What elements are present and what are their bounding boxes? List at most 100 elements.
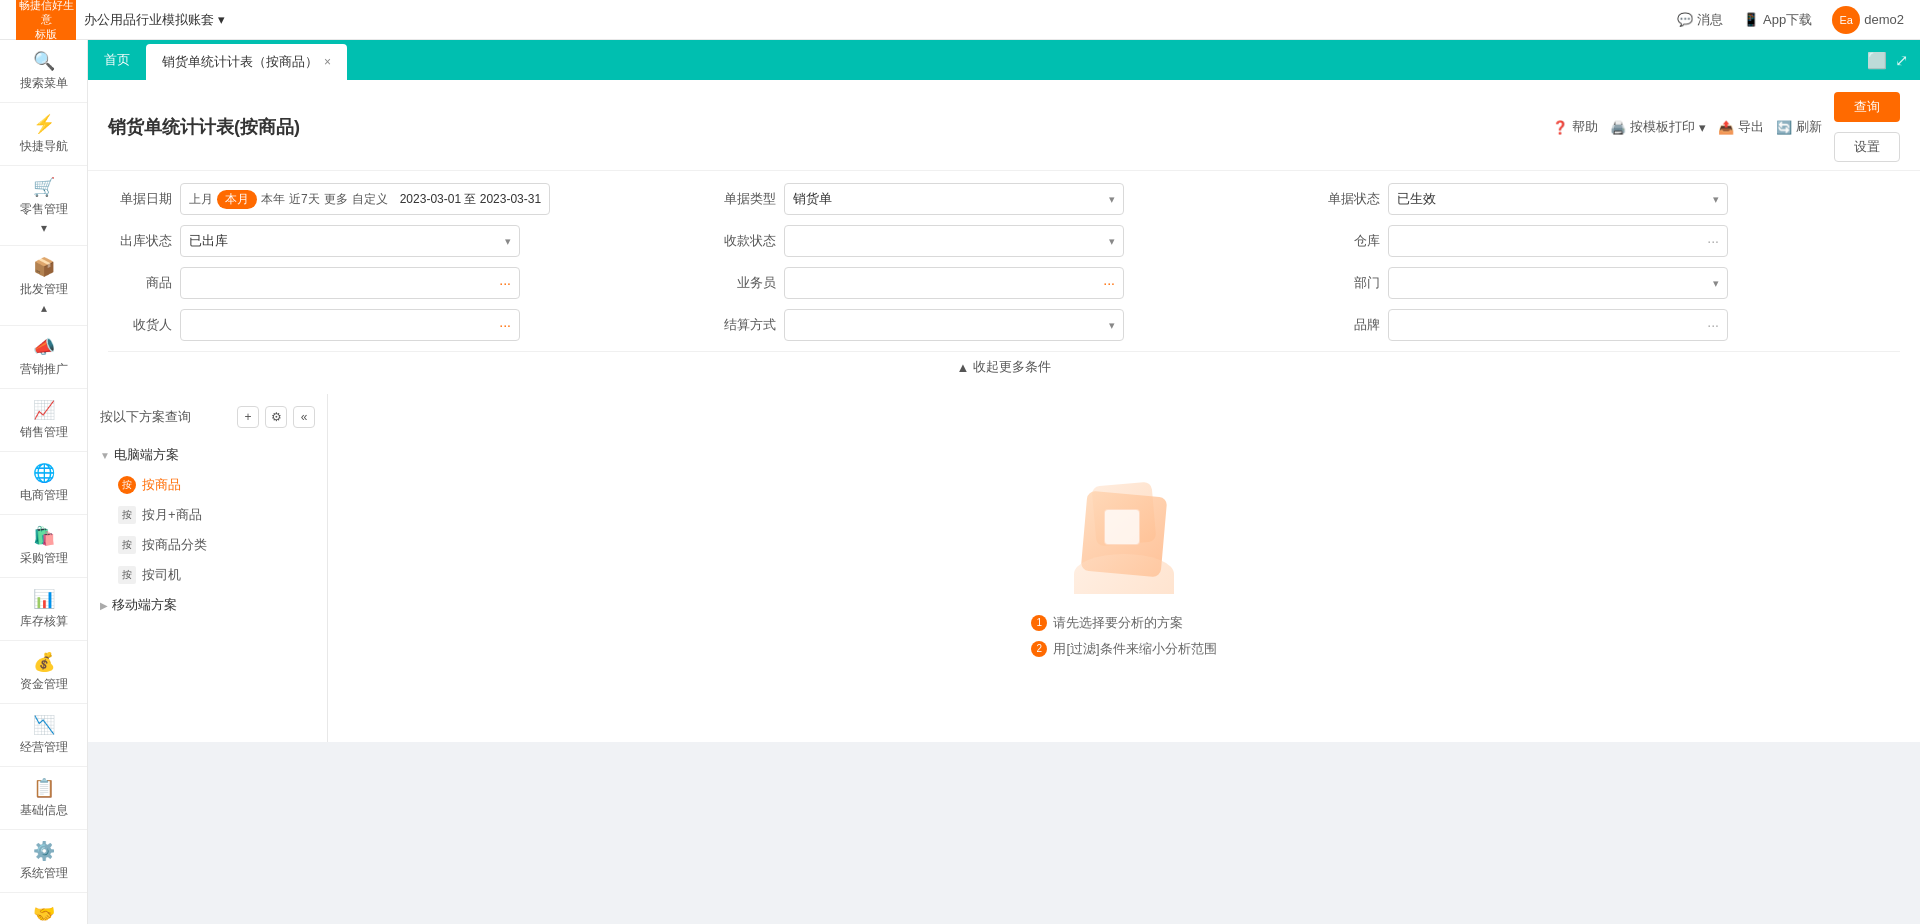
doc-status-select[interactable]: 已生效 ▾ (1388, 183, 1728, 215)
sidebar-item-ecommerce[interactable]: 🌐 电商管理 (0, 452, 87, 515)
app-selector[interactable]: 办公用品行业模拟账套 ▾ (84, 11, 225, 29)
sidebar-item-purchase[interactable]: 🛍️ 采购管理 (0, 515, 87, 578)
topbar-left: 畅捷信好生意 标版 办公用品行业模拟账套 ▾ (16, 0, 225, 40)
sidebar-item-cooperation[interactable]: 🤝 企业协同 (0, 893, 87, 924)
date-shortcut-this-year[interactable]: 本年 (261, 191, 285, 208)
filter-col-receiver: 收货人 ··· (108, 309, 692, 341)
page-header: 销货单统计计表(按商品) ❓ 帮助 🖨️ 按模板打印 ▾ 📤 (88, 80, 1920, 171)
panel-header: 按以下方案查询 + ⚙ « (88, 406, 327, 436)
department-select[interactable]: ▾ (1388, 267, 1728, 299)
sidebar-item-search[interactable]: 🔍 搜索菜单 (0, 40, 87, 103)
tree-item-by-goods[interactable]: 按 按商品 (88, 470, 327, 500)
sidebar-item-inventory[interactable]: 📊 库存核算 (0, 578, 87, 641)
chevron-down-icon: ▾ (1713, 277, 1719, 290)
operations-icon: 📉 (33, 714, 55, 736)
topbar: 畅捷信好生意 标版 办公用品行业模拟账套 ▾ 💬 消息 📱 App下载 Ea d… (0, 0, 1920, 40)
system-icon: ⚙️ (33, 840, 55, 862)
split-layout: 按以下方案查询 + ⚙ « (88, 394, 1920, 742)
sidebar-item-marketing[interactable]: 📣 营销推广 (0, 326, 87, 389)
basic-icon: 📋 (33, 777, 55, 799)
date-shortcut-more[interactable]: 更多 (324, 191, 348, 208)
tree-group-desktop-header[interactable]: ▼ 电脑端方案 (88, 440, 327, 470)
brand-input[interactable]: ··· (1388, 309, 1728, 341)
print-icon: 🖨️ (1610, 120, 1626, 135)
sidebar-item-basic[interactable]: 📋 基础信息 (0, 767, 87, 830)
add-scheme-button[interactable]: + (237, 406, 259, 428)
sidebar-item-retail[interactable]: 🛒 零售管理 ▾ (0, 166, 87, 246)
receiver-input[interactable]: ··· (180, 309, 520, 341)
export-icon: 📤 (1718, 120, 1734, 135)
payment-status-select[interactable]: ▾ (784, 225, 1124, 257)
sidebar-item-finance[interactable]: 💰 资金管理 (0, 641, 87, 704)
topbar-right: 💬 消息 📱 App下载 Ea demo2 (1677, 6, 1904, 34)
messages-button[interactable]: 💬 消息 (1677, 11, 1723, 29)
filter-col-paymentstatus: 收款状态 ▾ (692, 225, 1296, 257)
collapse-filters-button[interactable]: ▲ 收起更多条件 (108, 351, 1900, 382)
print-button[interactable]: 🖨️ 按模板打印 ▾ (1610, 118, 1706, 136)
sidebar-item-sales[interactable]: 📈 销售管理 (0, 389, 87, 452)
empty-illustration (1064, 474, 1184, 594)
chevron-up-icon: ▴ (41, 301, 47, 315)
date-shortcut-7days[interactable]: 近7天 (289, 191, 320, 208)
tree-item-by-driver[interactable]: 按 按司机 (88, 560, 327, 590)
tree-item-icon: 按 (118, 506, 136, 524)
sidebar-item-operations[interactable]: 📉 经营管理 (0, 704, 87, 767)
payment-method-select[interactable]: ▾ (784, 309, 1124, 341)
app-download-button[interactable]: 📱 App下载 (1743, 11, 1812, 29)
page-content: 销货单统计计表(按商品) ❓ 帮助 🖨️ 按模板打印 ▾ 📤 (88, 80, 1920, 924)
sidebar-item-wholesale[interactable]: 📦 批发管理 ▴ (0, 246, 87, 326)
ecommerce-icon: 🌐 (33, 462, 55, 484)
warehouse-input[interactable]: ··· (1388, 225, 1728, 257)
search-icon: 🔍 (33, 50, 55, 72)
export-button[interactable]: 📤 导出 (1718, 118, 1764, 136)
help-button[interactable]: ❓ 帮助 (1552, 118, 1598, 136)
date-range: 2023-03-01 至 2023-03-31 (400, 191, 541, 208)
stock-status-label: 出库状态 (108, 232, 180, 250)
tree-item-by-month-goods[interactable]: 按 按月+商品 (88, 500, 327, 530)
tab-minimize-button[interactable]: ⬜ (1867, 51, 1887, 70)
refresh-button[interactable]: 🔄 刷新 (1776, 118, 1822, 136)
date-label: 单据日期 (108, 190, 180, 208)
scheme-settings-button[interactable]: ⚙ (265, 406, 287, 428)
chevron-down-icon: ▾ (1109, 193, 1115, 206)
sidebar-item-quick-nav[interactable]: ⚡ 快捷导航 (0, 103, 87, 166)
payment-method-label: 结算方式 (712, 316, 784, 334)
doc-type-select[interactable]: 销货单 ▾ (784, 183, 1124, 215)
filter-col-department: 部门 ▾ (1296, 267, 1900, 299)
cooperation-icon: 🤝 (33, 903, 55, 924)
collapse-up-icon: ▲ (957, 360, 970, 375)
retail-icon: 🛒 (33, 176, 55, 198)
user-menu[interactable]: Ea demo2 (1832, 6, 1904, 34)
salesman-label: 业务员 (712, 274, 784, 292)
goods-input[interactable]: ··· (180, 267, 520, 299)
tab-active[interactable]: 销货单统计计表（按商品） × (146, 44, 347, 80)
date-shortcut-last-month[interactable]: 上月 (189, 191, 213, 208)
filter-col-date: 单据日期 上月 本月 本年 近7天 更多 自定义 2023-03-01 至 20… (108, 183, 692, 215)
date-shortcut-custom[interactable]: 自定义 (352, 191, 388, 208)
doc-status-label: 单据状态 (1316, 190, 1388, 208)
stock-status-select[interactable]: 已出库 ▾ (180, 225, 520, 257)
tab-home[interactable]: 首页 (88, 40, 146, 80)
finance-icon: 💰 (33, 651, 55, 673)
warehouse-label: 仓库 (1316, 232, 1388, 250)
help-icon: ❓ (1552, 120, 1568, 135)
sidebar: 🔍 搜索菜单 ⚡ 快捷导航 🛒 零售管理 ▾ 📦 批发管理 ▴ 📣 营销推广 📈… (0, 40, 88, 924)
filter-section: 单据日期 上月 本月 本年 近7天 更多 自定义 2023-03-01 至 20… (88, 171, 1920, 394)
payment-status-label: 收款状态 (712, 232, 784, 250)
query-button[interactable]: 查询 (1834, 92, 1900, 122)
salesman-input[interactable]: ··· (784, 267, 1124, 299)
sales-icon: 📈 (33, 399, 55, 421)
sidebar-item-system[interactable]: ⚙️ 系统管理 (0, 830, 87, 893)
collapse-panel-button[interactable]: « (293, 406, 315, 428)
date-shortcut-this-month[interactable]: 本月 (217, 190, 257, 209)
tab-close-button[interactable]: × (324, 55, 331, 69)
settings-button[interactable]: 设置 (1834, 132, 1900, 162)
tab-expand-button[interactable]: ⤢ (1895, 51, 1908, 70)
tree-group-mobile-header[interactable]: ▶ 移动端方案 (88, 590, 327, 620)
tab-bar: 首页 销货单统计计表（按商品） × ⬜ ⤢ (88, 40, 1920, 80)
empty-state: 1 请先选择要分析的方案 2 用[过滤]条件来缩小分析范围 (328, 394, 1920, 742)
filter-col-payment-method: 结算方式 ▾ (692, 309, 1296, 341)
tree-item-by-category[interactable]: 按 按商品分类 (88, 530, 327, 560)
message-icon: 💬 (1677, 12, 1693, 27)
chevron-down-icon: ▾ (41, 221, 47, 235)
